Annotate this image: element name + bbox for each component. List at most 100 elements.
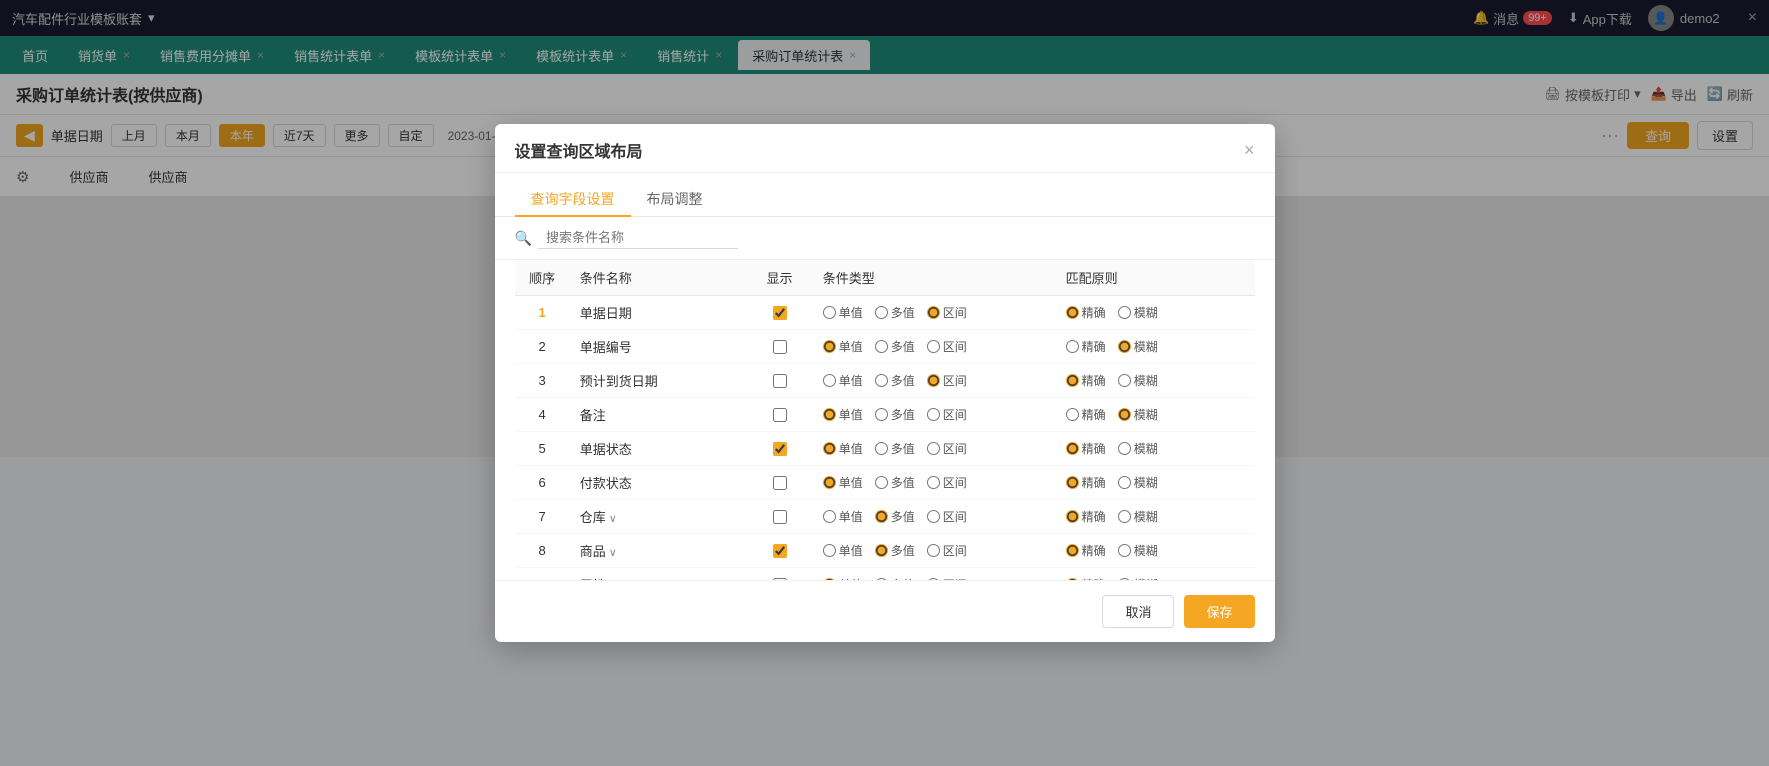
match-radio-exact[interactable]: 精确 [1066,304,1106,321]
type-radio-single[interactable]: 单值 [823,474,863,491]
type-radio-single[interactable]: 单值 [823,542,863,559]
match-radio-fuzzy[interactable]: 模糊 [1118,508,1158,525]
match-radio-exact[interactable]: 精确 [1066,474,1106,491]
match-radio-fuzzy[interactable]: 模糊 [1118,304,1158,321]
row-seq: 5 [515,432,570,466]
type-radio-multi[interactable]: 多值 [875,474,915,491]
type-radio-input[interactable] [823,510,836,523]
match-radio-input[interactable] [1066,306,1079,319]
match-radio-input[interactable] [1066,476,1079,489]
type-radio-range[interactable]: 区间 [927,474,967,491]
display-checkbox[interactable] [773,374,787,388]
display-checkbox[interactable] [773,408,787,422]
display-checkbox[interactable] [773,442,787,456]
modal-tabs: 查询字段设置 布局调整 [495,173,1275,217]
match-radio-input[interactable] [1118,442,1131,455]
type-radio-single[interactable]: 单值 [823,372,863,389]
type-radio-input[interactable] [823,476,836,489]
type-radio-input[interactable] [927,510,940,523]
type-radio-input[interactable] [927,544,940,557]
match-radio-exact[interactable]: 精确 [1066,440,1106,457]
type-radio-single[interactable]: 单值 [823,338,863,355]
type-radio-multi[interactable]: 多值 [875,338,915,355]
match-radio-exact[interactable]: 精确 [1066,542,1106,559]
type-radio-range[interactable]: 区间 [927,406,967,423]
search-input[interactable] [538,227,738,249]
match-radio-input[interactable] [1118,510,1131,523]
match-radio-exact[interactable]: 精确 [1066,406,1106,423]
match-radio-input[interactable] [1066,408,1079,421]
tab-query-settings[interactable]: 查询字段设置 [515,183,631,217]
match-radio-fuzzy[interactable]: 模糊 [1118,406,1158,423]
type-radio-input[interactable] [927,374,940,387]
table-row: 3预计到货日期单值多值区间精确模糊 [515,364,1255,398]
type-radio-multi[interactable]: 多值 [875,440,915,457]
type-radio-input[interactable] [927,306,940,319]
modal-close-button[interactable]: × [1244,140,1255,161]
match-radio-input[interactable] [1066,340,1079,353]
match-radio-fuzzy[interactable]: 模糊 [1118,474,1158,491]
match-radio-exact[interactable]: 精确 [1066,508,1106,525]
type-radio-single[interactable]: 单值 [823,304,863,321]
display-checkbox[interactable] [773,476,787,490]
type-radio-input[interactable] [875,374,888,387]
type-radio-input[interactable] [875,544,888,557]
match-radio-input[interactable] [1118,408,1131,421]
row-type: 单值多值区间 [813,568,1056,581]
type-radio-input[interactable] [823,340,836,353]
match-radio-input[interactable] [1118,340,1131,353]
type-radio-range[interactable]: 区间 [927,372,967,389]
match-radio-fuzzy[interactable]: 模糊 [1118,440,1158,457]
display-checkbox[interactable] [773,340,787,354]
type-radio-multi[interactable]: 多值 [875,304,915,321]
match-radio-input[interactable] [1066,510,1079,523]
type-radio-input[interactable] [823,544,836,557]
type-radio-input[interactable] [875,510,888,523]
match-radio-input[interactable] [1118,544,1131,557]
match-radio-input[interactable] [1118,374,1131,387]
type-radio-input[interactable] [823,442,836,455]
save-button[interactable]: 保存 [1184,595,1254,628]
match-radio-exact[interactable]: 精确 [1066,338,1106,355]
type-radio-multi[interactable]: 多值 [875,406,915,423]
match-radio-fuzzy[interactable]: 模糊 [1118,542,1158,559]
match-radio-input[interactable] [1066,442,1079,455]
type-radio-single[interactable]: 单值 [823,440,863,457]
display-checkbox[interactable] [773,510,787,524]
type-radio-input[interactable] [927,408,940,421]
row-type: 单值多值区间 [813,364,1056,398]
type-radio-multi[interactable]: 多值 [875,542,915,559]
type-radio-range[interactable]: 区间 [927,440,967,457]
type-radio-input[interactable] [927,442,940,455]
match-radio-input[interactable] [1118,476,1131,489]
type-radio-input[interactable] [927,476,940,489]
type-radio-single[interactable]: 单值 [823,508,863,525]
match-radio-exact[interactable]: 精确 [1066,372,1106,389]
type-radio-range[interactable]: 区间 [927,304,967,321]
type-radio-range[interactable]: 区间 [927,508,967,525]
type-radio-range[interactable]: 区间 [927,542,967,559]
match-radio-fuzzy[interactable]: 模糊 [1118,372,1158,389]
type-radio-input[interactable] [875,340,888,353]
type-radio-single[interactable]: 单值 [823,406,863,423]
type-radio-multi[interactable]: 多值 [875,372,915,389]
match-radio-input[interactable] [1118,306,1131,319]
cancel-button[interactable]: 取消 [1102,595,1174,628]
match-radio-input[interactable] [1066,374,1079,387]
type-radio-input[interactable] [875,476,888,489]
type-radio-multi[interactable]: 多值 [875,508,915,525]
type-radio-input[interactable] [823,408,836,421]
type-radio-input[interactable] [927,340,940,353]
type-radio-input[interactable] [823,374,836,387]
tab-layout-adjust[interactable]: 布局调整 [631,183,719,217]
match-radio-input[interactable] [1066,544,1079,557]
match-radio-fuzzy[interactable]: 模糊 [1118,338,1158,355]
type-radio-input[interactable] [875,442,888,455]
row-match: 精确模糊 [1056,364,1255,398]
type-radio-input[interactable] [823,306,836,319]
display-checkbox[interactable] [773,306,787,320]
type-radio-input[interactable] [875,306,888,319]
type-radio-range[interactable]: 区间 [927,338,967,355]
display-checkbox[interactable] [773,544,787,558]
type-radio-input[interactable] [875,408,888,421]
